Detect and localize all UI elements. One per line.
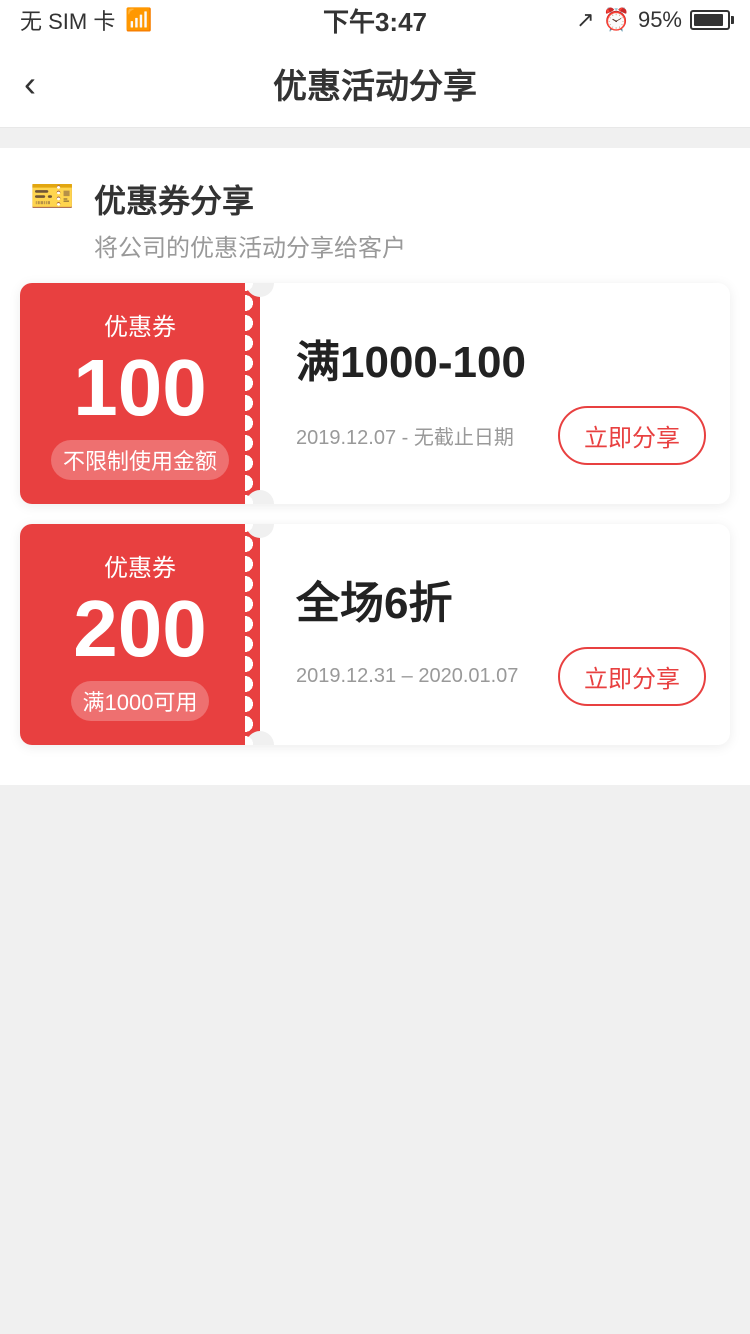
battery-percent: 95% <box>638 7 682 33</box>
coupon-list: 优惠券 100 不限制使用金额 满1000-100 2019.12.07 - 无… <box>0 283 750 785</box>
location-icon: ↗ <box>576 7 594 33</box>
coupon-icon: 🎫 <box>30 178 78 226</box>
back-button[interactable]: ‹ <box>24 66 36 102</box>
page-title: 优惠活动分享 <box>273 59 477 108</box>
alarm-icon: ⏰ <box>603 7 630 33</box>
coupon-condition-1: 不限制使用金额 <box>51 440 229 480</box>
coupon-label-2: 优惠券 <box>104 548 176 583</box>
nav-bar: ‹ 优惠活动分享 <box>0 40 750 128</box>
wifi-icon: 📶 <box>125 7 152 33</box>
coupon-amount-1: 100 <box>73 348 206 428</box>
section-text: 优惠券分享 将公司的优惠活动分享给客户 <box>94 176 406 263</box>
share-button-1[interactable]: 立即分享 <box>558 406 706 465</box>
section-header: 🎫 优惠券分享 将公司的优惠活动分享给客户 <box>0 148 750 283</box>
coupon-date-2: 2019.12.31 – 2020.01.07 <box>296 665 518 688</box>
status-time: 下午3:47 <box>323 2 427 39</box>
coupon-card-2: 优惠券 200 满1000可用 全场6折 2019.12.31 – 2020.0… <box>20 524 730 745</box>
status-bar: 无 SIM 卡 📶 下午3:47 ↗ ⏰ 95% <box>0 0 750 40</box>
coupon-meta-2: 2019.12.31 – 2020.01.07 立即分享 <box>296 647 706 706</box>
coupon-meta-1: 2019.12.07 - 无截止日期 立即分享 <box>296 406 706 465</box>
coupon-amount-2: 200 <box>73 589 206 669</box>
coupon-date-1: 2019.12.07 - 无截止日期 <box>296 421 514 450</box>
background-area <box>0 785 750 1285</box>
coupon-left-1: 优惠券 100 不限制使用金额 <box>20 283 260 504</box>
share-button-2[interactable]: 立即分享 <box>558 647 706 706</box>
coupon-name-2: 全场6折 <box>296 567 706 631</box>
coupon-label-1: 优惠券 <box>104 307 176 342</box>
coupon-name-1: 满1000-100 <box>296 326 706 390</box>
battery-icon <box>690 10 730 30</box>
section-title: 优惠券分享 <box>94 176 406 222</box>
top-divider <box>0 128 750 148</box>
coupon-right-2: 全场6折 2019.12.31 – 2020.01.07 立即分享 <box>260 524 730 745</box>
coupon-right-1: 满1000-100 2019.12.07 - 无截止日期 立即分享 <box>260 283 730 504</box>
coupon-card-1: 优惠券 100 不限制使用金额 满1000-100 2019.12.07 - 无… <box>20 283 730 504</box>
coupon-condition-2: 满1000可用 <box>71 681 210 721</box>
coupon-left-2: 优惠券 200 满1000可用 <box>20 524 260 745</box>
status-left: 无 SIM 卡 📶 <box>20 4 153 36</box>
section-subtitle: 将公司的优惠活动分享给客户 <box>94 228 406 263</box>
sim-status: 无 SIM 卡 <box>20 4 115 36</box>
battery-fill <box>694 14 723 26</box>
status-right: ↗ ⏰ 95% <box>576 7 730 33</box>
